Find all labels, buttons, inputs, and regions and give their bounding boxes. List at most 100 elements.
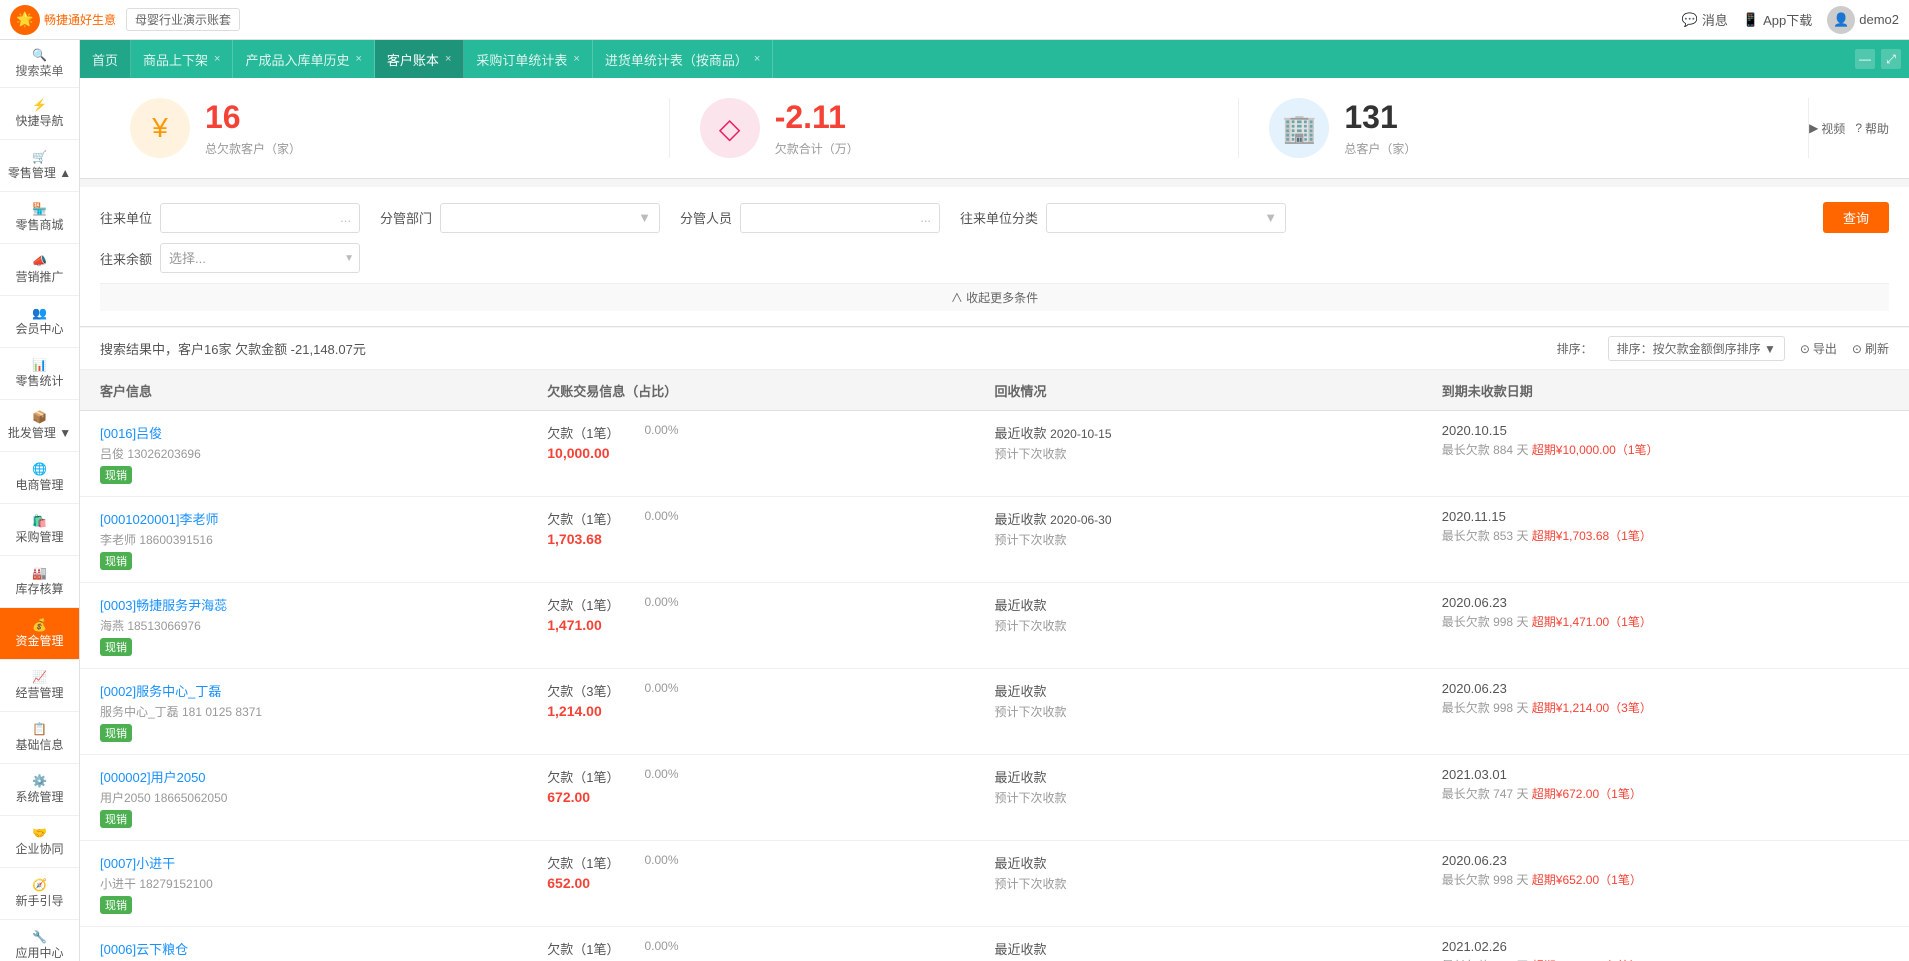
debt-label-3: 欠款（3笔） xyxy=(547,681,619,700)
tab-home[interactable]: 首页 xyxy=(80,40,131,78)
sidebar-item-quick-nav[interactable]: ⚡ 快捷导航 xyxy=(0,88,79,140)
remaining-label: 往来余额 xyxy=(100,249,152,268)
debt-amount-1[interactable]: 1,703.68 xyxy=(547,531,619,547)
debt-amount-3[interactable]: 1,214.00 xyxy=(547,703,619,719)
tab-product-history[interactable]: 产成品入库单历史 × xyxy=(233,40,374,78)
customer-name-2[interactable]: [0003]畅捷服务尹海蕊 xyxy=(100,595,547,614)
due-date-4: 2021.03.01 xyxy=(1442,767,1889,782)
overdue-link-0[interactable]: 超期¥10,000.00（1笔） xyxy=(1532,443,1659,457)
sidebar-item-ecommerce[interactable]: 🌐 电商管理 xyxy=(0,452,79,504)
sidebar-item-guide[interactable]: 🧭 新手引导 xyxy=(0,868,79,920)
unit-category-input[interactable]: ▼ xyxy=(1046,203,1286,233)
tab-close-product-shelf[interactable]: × xyxy=(214,53,220,65)
sidebar-item-apps[interactable]: 🔧 应用中心 xyxy=(0,920,79,961)
mobile-icon: 📱 xyxy=(1743,12,1759,28)
customer-contact-5: 小进干 18279152100 xyxy=(100,875,547,892)
sidebar-item-sys-mgmt[interactable]: ⚙️ 系统管理 xyxy=(0,764,79,816)
recovery-label-3: 最近收款 xyxy=(995,684,1047,699)
app-download-btn[interactable]: 📱 App下载 xyxy=(1743,10,1812,29)
customer-name-1[interactable]: [0001020001]李老师 xyxy=(100,509,547,528)
sidebar-item-member[interactable]: 👥 会员中心 xyxy=(0,296,79,348)
tab-minimize-btn[interactable]: — xyxy=(1855,49,1875,69)
content-area: ¥ 16 总欠款客户（家） ◇ -2.11 欠款合计（万） 🏢 xyxy=(80,78,1909,961)
sort-select[interactable]: 排序：按欠款金额倒序排序 ▼ xyxy=(1608,336,1785,361)
tab-close-purchase-stats[interactable]: × xyxy=(573,53,579,65)
sidebar-search[interactable]: 🔍 搜索菜单 xyxy=(0,40,79,88)
collapse-row[interactable]: ∧ 收起更多条件 xyxy=(100,283,1889,311)
recovery-label-1: 最近收款 xyxy=(995,512,1047,527)
customer-name-5[interactable]: [0007]小进干 xyxy=(100,853,547,872)
due-overdue-5: 最长欠款 998 天 超期¥652.00（1笔） xyxy=(1442,871,1889,888)
sidebar-item-retail-stats[interactable]: 📊 零售统计 xyxy=(0,348,79,400)
user-name: demo2 xyxy=(1859,12,1899,27)
sidebar-item-retail-store[interactable]: 🏪 零售商城 xyxy=(0,192,79,244)
stat-card-overdue-customers: ¥ 16 总欠款客户（家） xyxy=(100,98,670,158)
customer-contact-3: 服务中心_丁磊 181 0125 8371 xyxy=(100,703,547,720)
sidebar-item-retail-mgmt[interactable]: 🛒 零售管理 ▲ xyxy=(0,140,79,192)
refresh-btn[interactable]: ⊙ 刷新 xyxy=(1852,340,1889,357)
overdue-link-3[interactable]: 超期¥1,214.00（3笔） xyxy=(1532,701,1652,715)
customer-tag-2: 现销 xyxy=(100,638,132,656)
user-menu[interactable]: 👤 demo2 xyxy=(1827,6,1899,34)
result-summary: 搜索结果中，客户16家 欠款金额 -21,148.07元 xyxy=(100,342,366,357)
sidebar-item-inventory[interactable]: 🏭 库存核算 xyxy=(0,556,79,608)
tab-product-shelf[interactable]: 商品上下架 × xyxy=(131,40,233,78)
tab-customer-account[interactable]: 客户账本 × xyxy=(375,40,464,78)
customer-tag-4: 现销 xyxy=(100,810,132,828)
recovery-next-4: 预计下次收款 xyxy=(995,789,1442,806)
sidebar-item-ops[interactable]: 📈 经营管理 xyxy=(0,660,79,712)
customer-info-3: [0002]服务中心_丁磊 服务中心_丁磊 181 0125 8371 现销 xyxy=(100,681,547,742)
top-right: 💬 消息 📱 App下载 👤 demo2 xyxy=(1682,6,1899,34)
debt-amount-2[interactable]: 1,471.00 xyxy=(547,617,619,633)
app-download-label: App下载 xyxy=(1763,10,1812,29)
help-btn[interactable]: ? 帮助 xyxy=(1855,120,1889,137)
stat-card-debt-total: ◇ -2.11 欠款合计（万） xyxy=(670,98,1240,158)
search-btn[interactable]: 查询 xyxy=(1823,202,1889,233)
debt-row-5: 欠款（1笔） 652.00 0.00% xyxy=(547,853,994,891)
sidebar-item-purchase[interactable]: 🛍️ 采购管理 xyxy=(0,504,79,556)
debt-amount-5[interactable]: 652.00 xyxy=(547,875,619,891)
org-selector[interactable]: 母婴行业演示账套 xyxy=(126,8,240,31)
due-overdue-3: 最长欠款 998 天 超期¥1,214.00（3笔） xyxy=(1442,699,1889,716)
tab-maximize-btn[interactable]: ⤢ xyxy=(1881,49,1901,69)
recovery-info-4: 最近收款 预计下次收款 xyxy=(995,767,1442,806)
sidebar-item-marketing[interactable]: 📣 营销推广 xyxy=(0,244,79,296)
tab-close-customer-account[interactable]: × xyxy=(445,53,451,65)
retail-icon: 🛒 xyxy=(5,150,74,164)
customer-name-4[interactable]: [000002]用户2050 xyxy=(100,767,547,786)
customer-name-6[interactable]: [0006]云下粮仓 xyxy=(100,939,547,958)
tab-purchase-stats[interactable]: 采购订单统计表 × xyxy=(464,40,592,78)
debt-amount-0[interactable]: 10,000.00 xyxy=(547,445,619,461)
video-btn[interactable]: ▶ 视频 xyxy=(1809,120,1845,137)
sidebar-item-finance[interactable]: 💰 资金管理 xyxy=(0,608,79,660)
branch-person-label: 分管人员 xyxy=(680,208,732,227)
customer-contact-4: 用户2050 18665062050 xyxy=(100,789,547,806)
message-btn[interactable]: 💬 消息 xyxy=(1682,10,1728,29)
branch-dept-input[interactable]: ▼ xyxy=(440,203,660,233)
header-customer: 客户信息 xyxy=(100,381,547,400)
customer-name-3[interactable]: [0002]服务中心_丁磊 xyxy=(100,681,547,700)
debt-percent-2: 0.00% xyxy=(644,595,678,609)
overdue-link-5[interactable]: 超期¥652.00（1笔） xyxy=(1532,873,1642,887)
due-info-6: 2021.02.26 最长欠款 750 天 超期¥455.90（1笔） xyxy=(1442,939,1889,961)
tab-close-product-history[interactable]: × xyxy=(355,53,361,65)
overdue-link-1[interactable]: 超期¥1,703.68（1笔） xyxy=(1532,529,1652,543)
overdue-link-2[interactable]: 超期¥1,471.00（1笔） xyxy=(1532,615,1652,629)
video-label: 视频 xyxy=(1821,120,1845,137)
remaining-select[interactable]: 选择... xyxy=(160,243,360,273)
from-unit-input[interactable]: ... xyxy=(160,203,360,233)
branch-person-input[interactable]: ... xyxy=(740,203,940,233)
recovery-info-5: 最近收款 预计下次收款 xyxy=(995,853,1442,892)
sidebar-item-batch-mgmt[interactable]: 📦 批发管理 ▼ xyxy=(0,400,79,452)
sidebar-item-base-info[interactable]: 📋 基础信息 xyxy=(0,712,79,764)
export-btn[interactable]: ⊙ 导出 xyxy=(1800,340,1837,357)
customer-name-0[interactable]: [0016]吕俊 xyxy=(100,423,547,442)
table-row: [0006]云下粮仓 陈小弟 现销 欠款（1笔） 455.90 0.00% 最近… xyxy=(80,927,1909,961)
tab-inbound-stats[interactable]: 进货单统计表（按商品） × xyxy=(593,40,773,78)
chevron-down-icon: ▼ xyxy=(638,210,651,225)
tab-close-inbound-stats[interactable]: × xyxy=(754,53,760,65)
sidebar-item-enterprise[interactable]: 🤝 企业协同 xyxy=(0,816,79,868)
debt-amount-4[interactable]: 672.00 xyxy=(547,789,619,805)
overdue-link-4[interactable]: 超期¥672.00（1笔） xyxy=(1532,787,1642,801)
due-overdue-0: 最长欠款 884 天 超期¥10,000.00（1笔） xyxy=(1442,441,1889,458)
